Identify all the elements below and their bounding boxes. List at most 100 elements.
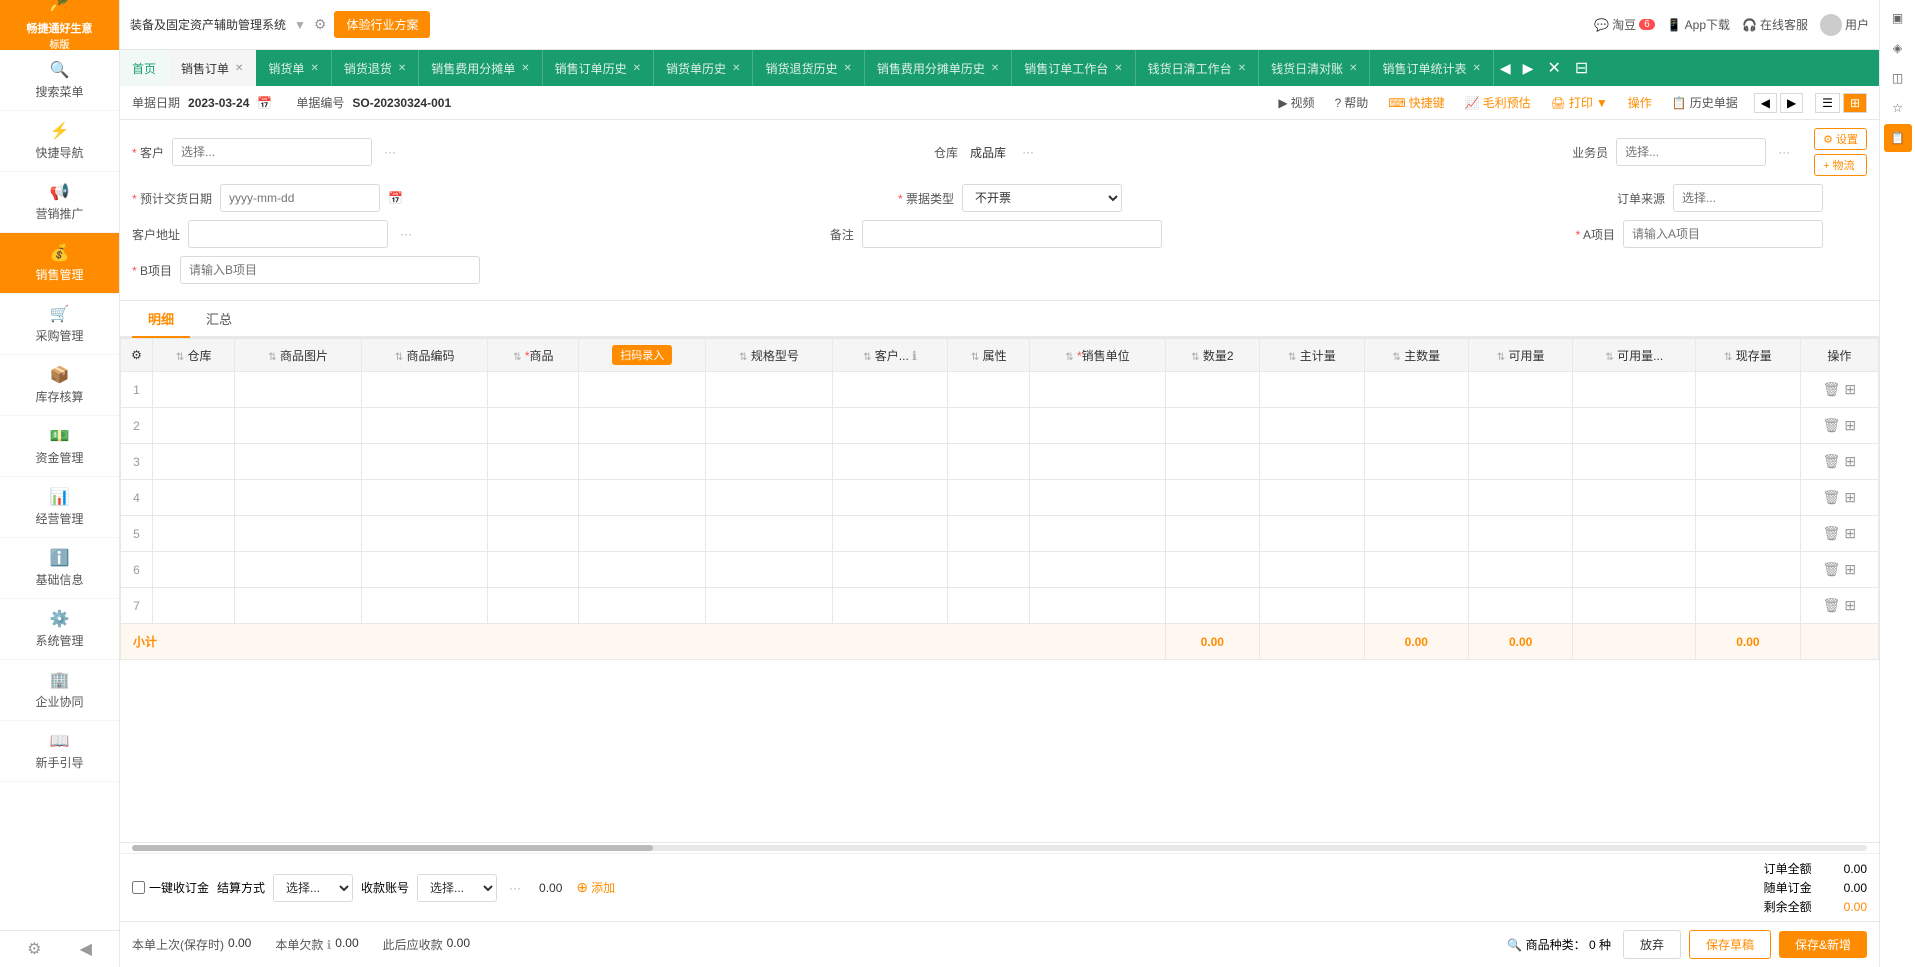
available2-sort-icon[interactable]: ⇅: [1605, 352, 1613, 363]
tab-sales-stats[interactable]: 销售订单统计表 ✕: [1370, 50, 1493, 86]
row-main-qty-4[interactable]: [1364, 480, 1468, 516]
row-unit-7[interactable]: [1030, 588, 1165, 624]
table-settings-icon[interactable]: ⚙: [131, 348, 142, 362]
row-warehouse-3[interactable]: [153, 444, 235, 480]
delete-row-btn-4[interactable]: 🗑: [1823, 489, 1841, 506]
row-customer-code-3[interactable]: [832, 444, 947, 480]
right-panel-btn-4[interactable]: ☆: [1884, 94, 1912, 122]
row-warehouse-2[interactable]: [153, 408, 235, 444]
warehouse-sort-icon[interactable]: ⇅: [176, 352, 184, 363]
image-sort-icon[interactable]: ⇅: [268, 352, 276, 363]
row-main-qty-7[interactable]: [1364, 588, 1468, 624]
tab-invoice-history[interactable]: 销货单历史 ✕: [654, 50, 753, 86]
delivery-input[interactable]: [220, 184, 380, 212]
next-record-btn[interactable]: ▶: [1780, 93, 1803, 113]
tab-home[interactable]: 首页: [120, 50, 169, 86]
row-customer-code-1[interactable]: [832, 372, 947, 408]
setting-btn[interactable]: ⚙ 设置: [1814, 128, 1867, 150]
row-product-4[interactable]: [488, 480, 579, 516]
row-qty2-1[interactable]: [1165, 372, 1260, 408]
sidebar-item-finance[interactable]: 💵 资金管理: [0, 416, 119, 477]
tab-invoice-history-close[interactable]: ✕: [732, 63, 740, 74]
view-btn[interactable]: ▶ 视频: [1274, 92, 1318, 113]
row-product-6[interactable]: [488, 552, 579, 588]
delete-row-btn-2[interactable]: 🗑: [1823, 417, 1841, 434]
tab-prev-btn[interactable]: ◀: [1494, 50, 1517, 86]
profit-btn[interactable]: 📈 毛利预估: [1461, 92, 1535, 113]
row-code-2[interactable]: [361, 408, 488, 444]
th-setting[interactable]: ⚙: [121, 339, 153, 372]
add-logistics-btn[interactable]: + 物流: [1814, 154, 1867, 176]
row-main-qty-1[interactable]: [1364, 372, 1468, 408]
product-sort-icon[interactable]: ⇅: [513, 352, 521, 363]
tab-sales-expense-split-close[interactable]: ✕: [521, 63, 529, 74]
row-code-4[interactable]: [361, 480, 488, 516]
row-spec-4[interactable]: [706, 480, 833, 516]
order-source-input[interactable]: [1673, 184, 1823, 212]
print-btn[interactable]: 🖨 打印 ▼: [1547, 92, 1612, 113]
sidebar-item-search[interactable]: 🔍 搜索菜单: [0, 50, 119, 111]
salesperson-ellipsis[interactable]: ···: [1774, 145, 1794, 159]
message-btn[interactable]: 💬 淘豆 6: [1594, 16, 1655, 33]
tab-sales-expense-split[interactable]: 销售费用分摊单 ✕: [419, 50, 542, 86]
solution-button[interactable]: 体验行业方案: [334, 11, 430, 38]
shortcut-btn[interactable]: ⌨ 快捷键: [1384, 92, 1448, 113]
list-view-btn[interactable]: ☰: [1815, 93, 1840, 113]
right-panel-btn-2[interactable]: ◈: [1884, 34, 1912, 62]
tab-sales-order-close[interactable]: ✕: [235, 63, 243, 74]
row-product-2[interactable]: [488, 408, 579, 444]
row-product-7[interactable]: [488, 588, 579, 624]
row-code-7[interactable]: [361, 588, 488, 624]
save-new-button[interactable]: 保存&新增: [1779, 931, 1867, 958]
main-unit-sort-icon[interactable]: ⇅: [1288, 352, 1296, 363]
tab-expense-history[interactable]: 销售费用分摊单历史 ✕: [865, 50, 1012, 86]
sidebar-item-basicinfo[interactable]: ℹ️ 基础信息: [0, 538, 119, 599]
tab-sales-stats-close[interactable]: ✕: [1473, 63, 1481, 74]
row-customer-code-6[interactable]: [832, 552, 947, 588]
row-customer-code-7[interactable]: [832, 588, 947, 624]
row-attr-3[interactable]: [948, 444, 1030, 480]
row-unit-1[interactable]: [1030, 372, 1165, 408]
one-key-payment-label[interactable]: 一键收订金: [132, 879, 209, 896]
history-btn[interactable]: 📋 历史单据: [1668, 92, 1742, 113]
tab-daily-workbench[interactable]: 钱货日清工作台 ✕: [1136, 50, 1259, 86]
sidebar-item-operations[interactable]: 📊 经营管理: [0, 477, 119, 538]
data-table-wrap[interactable]: ⚙ ⇅ 仓库 ⇅ 商品图片 ⇅ 商品编码 ⇅: [120, 338, 1879, 842]
row-unit-6[interactable]: [1030, 552, 1165, 588]
tab-workbench[interactable]: 销售订单工作台 ✕: [1012, 50, 1135, 86]
row-main-qty-6[interactable]: [1364, 552, 1468, 588]
customer-addr-input[interactable]: [188, 220, 388, 248]
grid-view-btn[interactable]: ⊞: [1843, 93, 1867, 113]
copy-row-btn-5[interactable]: ⊞: [1844, 525, 1856, 542]
unit-sort-icon[interactable]: ⇅: [1065, 352, 1073, 363]
tab-daily-workbench-close[interactable]: ✕: [1238, 63, 1246, 74]
user-btn[interactable]: 用户: [1820, 14, 1869, 36]
delete-row-btn-3[interactable]: 🗑: [1823, 453, 1841, 470]
row-warehouse-6[interactable]: [153, 552, 235, 588]
attr-sort-icon[interactable]: ⇅: [971, 352, 979, 363]
copy-row-btn-6[interactable]: ⊞: [1844, 561, 1856, 578]
row-main-qty-5[interactable]: [1364, 516, 1468, 552]
tab-sales-invoice-close[interactable]: ✕: [310, 63, 318, 74]
row-warehouse-5[interactable]: [153, 516, 235, 552]
payment-method-select[interactable]: 选择...: [273, 874, 353, 902]
horizontal-scrollbar[interactable]: [120, 842, 1879, 853]
copy-row-btn-7[interactable]: ⊞: [1844, 597, 1856, 614]
settings-gear-icon[interactable]: ⚙: [27, 939, 41, 959]
customer-input[interactable]: [172, 138, 372, 166]
row-qty2-4[interactable]: [1165, 480, 1260, 516]
copy-row-btn-4[interactable]: ⊞: [1844, 489, 1856, 506]
sidebar-item-quicknav[interactable]: ⚡ 快捷导航: [0, 111, 119, 172]
stock-sort-icon[interactable]: ⇅: [1724, 352, 1732, 363]
row-spec-6[interactable]: [706, 552, 833, 588]
row-spec-2[interactable]: [706, 408, 833, 444]
account-ellipsis[interactable]: ···: [505, 881, 525, 895]
sidebar-item-enterprise[interactable]: 🏢 企业协同: [0, 660, 119, 721]
row-attr-5[interactable]: [948, 516, 1030, 552]
row-main-qty-3[interactable]: [1364, 444, 1468, 480]
a-project-input[interactable]: [1623, 220, 1823, 248]
row-code-5[interactable]: [361, 516, 488, 552]
tab-expand-btn[interactable]: ⊟: [1569, 50, 1594, 86]
tab-return-history[interactable]: 销货退货历史 ✕: [753, 50, 864, 86]
row-unit-5[interactable]: [1030, 516, 1165, 552]
